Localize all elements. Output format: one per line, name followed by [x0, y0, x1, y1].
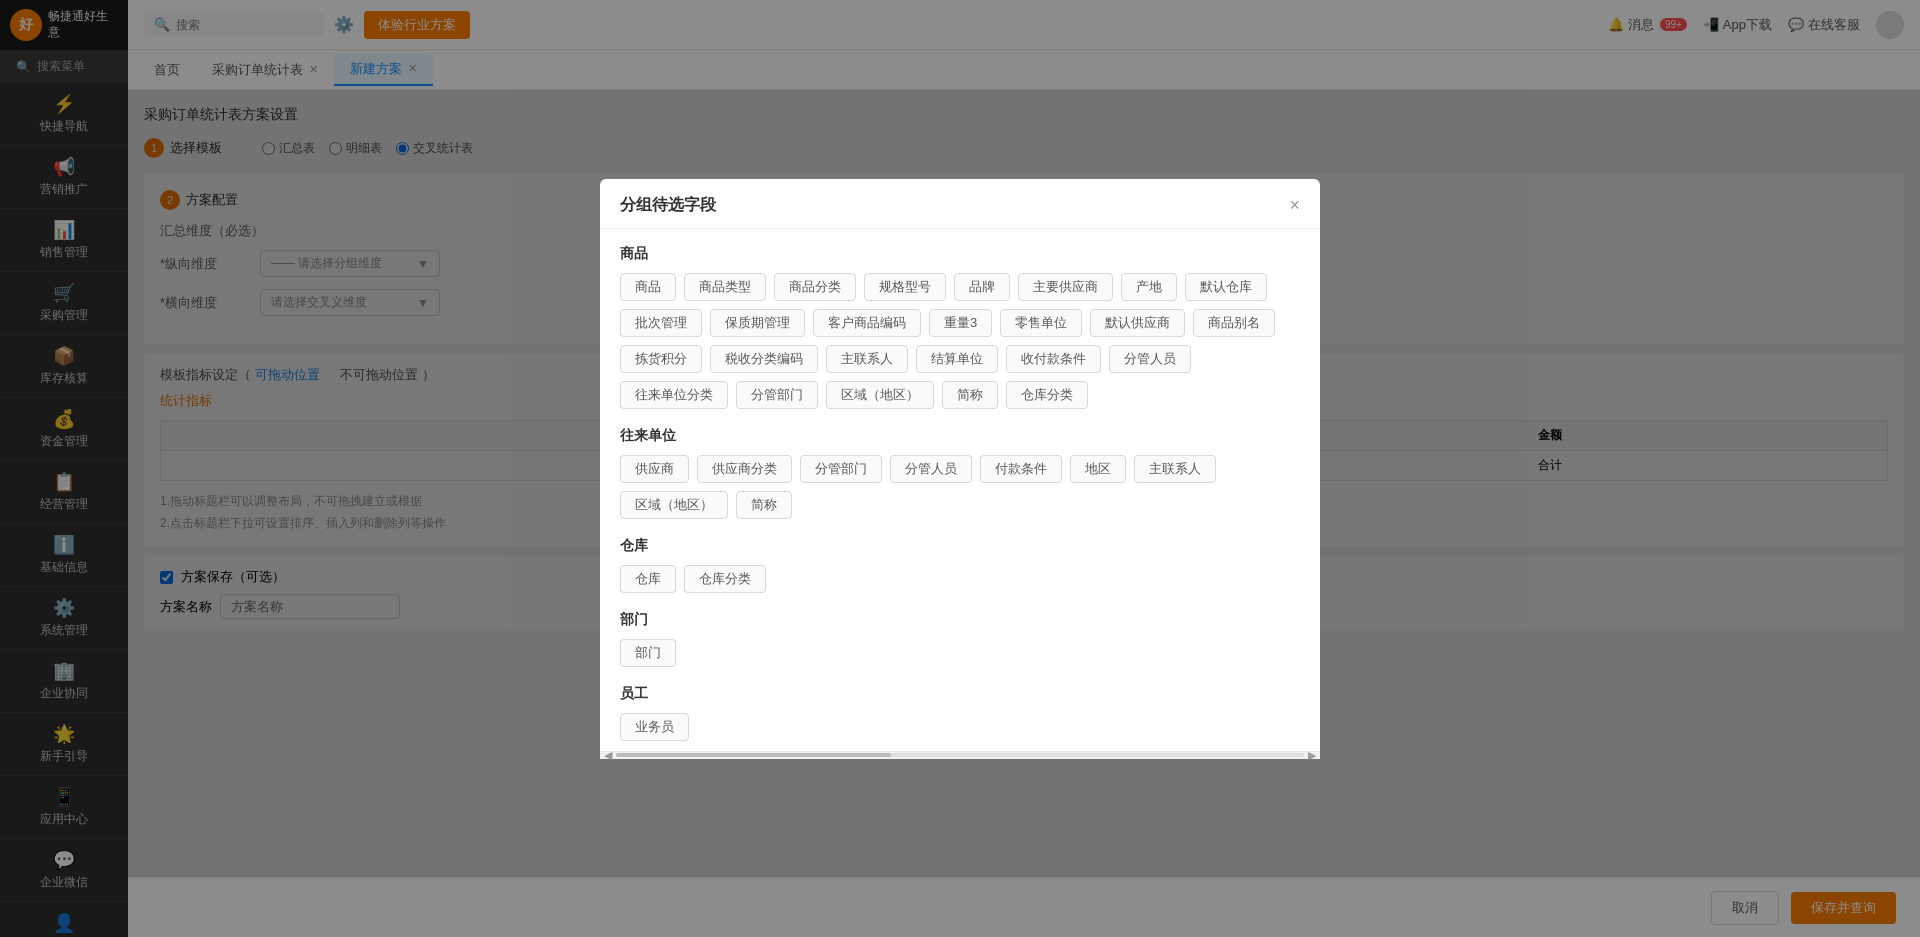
field-tag-region2[interactable]: 区域（地区）: [620, 491, 728, 519]
modal-body: 商品商品商品类型商品分类规格型号品牌主要供应商产地默认仓库批次管理保质期管理客户…: [600, 229, 1320, 751]
field-tag-expiry-mgmt[interactable]: 保质期管理: [710, 309, 805, 337]
field-section-title-warehouse: 仓库: [620, 537, 1300, 555]
field-section-warehouse: 仓库仓库仓库分类: [620, 537, 1300, 593]
field-tags-department: 部门: [620, 639, 1300, 667]
field-tag-manage-staff[interactable]: 分管人员: [890, 455, 972, 483]
field-tag-abbr[interactable]: 简称: [942, 381, 998, 409]
field-tag-abbr2[interactable]: 简称: [736, 491, 792, 519]
field-tag-tax-code[interactable]: 税收分类编码: [710, 345, 818, 373]
field-tag-product-type[interactable]: 商品类型: [684, 273, 766, 301]
field-tags-employee: 业务员: [620, 713, 1300, 741]
field-tag-main-contact[interactable]: 主联系人: [826, 345, 908, 373]
field-tags-product: 商品商品类型商品分类规格型号品牌主要供应商产地默认仓库批次管理保质期管理客户商品…: [620, 273, 1300, 409]
field-tag-payment-terms[interactable]: 收付款条件: [1006, 345, 1101, 373]
field-tag-batch-mgmt[interactable]: 批次管理: [620, 309, 702, 337]
field-tag-settlement-unit[interactable]: 结算单位: [916, 345, 998, 373]
modal-close-icon[interactable]: ×: [1289, 195, 1300, 216]
field-tag-region[interactable]: 区域（地区）: [826, 381, 934, 409]
modal-overlay: 分组待选字段 × 商品商品商品类型商品分类规格型号品牌主要供应商产地默认仓库批次…: [0, 0, 1920, 937]
field-tag-default-warehouse[interactable]: 默认仓库: [1185, 273, 1267, 301]
field-section-employee: 员工业务员: [620, 685, 1300, 741]
field-tag-pickup-points[interactable]: 拣货积分: [620, 345, 702, 373]
scroll-left-arrow[interactable]: ◀: [604, 749, 612, 762]
field-tag-wh[interactable]: 仓库: [620, 565, 676, 593]
field-tag-default-supplier[interactable]: 默认供应商: [1090, 309, 1185, 337]
field-tag-supplier-category[interactable]: 供应商分类: [697, 455, 792, 483]
modal-scroll-bar: ◀ ▶: [600, 751, 1320, 759]
modal-header: 分组待选字段 ×: [600, 179, 1320, 229]
field-tag-salesperson[interactable]: 业务员: [620, 713, 689, 741]
modal-title: 分组待选字段: [620, 195, 716, 216]
field-tag-product-category[interactable]: 商品分类: [774, 273, 856, 301]
field-tags-warehouse: 仓库仓库分类: [620, 565, 1300, 593]
field-section-title-department: 部门: [620, 611, 1300, 629]
field-section-department: 部门部门: [620, 611, 1300, 667]
field-tags-partner: 供应商供应商分类分管部门分管人员付款条件地区主联系人区域（地区） 简称: [620, 455, 1300, 519]
field-tag-from-unit-category[interactable]: 往来单位分类: [620, 381, 728, 409]
field-section-title-employee: 员工: [620, 685, 1300, 703]
field-section-partner: 往来单位供应商供应商分类分管部门分管人员付款条件地区主联系人区域（地区） 简称: [620, 427, 1300, 519]
scroll-track: [616, 753, 1304, 757]
field-tag-dept[interactable]: 分管部门: [736, 381, 818, 409]
field-tag-manage-dept[interactable]: 分管部门: [800, 455, 882, 483]
field-tag-supplier[interactable]: 供应商: [620, 455, 689, 483]
scroll-right-arrow[interactable]: ▶: [1308, 749, 1316, 762]
field-tag-brand[interactable]: 品牌: [954, 273, 1010, 301]
field-tag-weight3[interactable]: 重量3: [929, 309, 992, 337]
field-section-title-product: 商品: [620, 245, 1300, 263]
field-tag-warehouse-category[interactable]: 仓库分类: [1006, 381, 1088, 409]
field-tag-main-supplier[interactable]: 主要供应商: [1018, 273, 1113, 301]
field-tag-product[interactable]: 商品: [620, 273, 676, 301]
field-tag-wh-category[interactable]: 仓库分类: [684, 565, 766, 593]
field-tag-origin[interactable]: 产地: [1121, 273, 1177, 301]
field-section-title-partner: 往来单位: [620, 427, 1300, 445]
field-section-product: 商品商品商品类型商品分类规格型号品牌主要供应商产地默认仓库批次管理保质期管理客户…: [620, 245, 1300, 409]
field-tag-customer-code[interactable]: 客户商品编码: [813, 309, 921, 337]
field-tag-manager[interactable]: 分管人员: [1109, 345, 1191, 373]
field-tag-spec-type[interactable]: 规格型号: [864, 273, 946, 301]
scroll-thumb[interactable]: [616, 753, 891, 757]
field-tag-alias[interactable]: 商品别名: [1193, 309, 1275, 337]
modal: 分组待选字段 × 商品商品商品类型商品分类规格型号品牌主要供应商产地默认仓库批次…: [600, 179, 1320, 759]
field-tag-dept2[interactable]: 部门: [620, 639, 676, 667]
field-tag-payment-cond[interactable]: 付款条件: [980, 455, 1062, 483]
field-tag-area[interactable]: 地区: [1070, 455, 1126, 483]
field-tag-retail-unit[interactable]: 零售单位: [1000, 309, 1082, 337]
field-tag-main-contact2[interactable]: 主联系人: [1134, 455, 1216, 483]
